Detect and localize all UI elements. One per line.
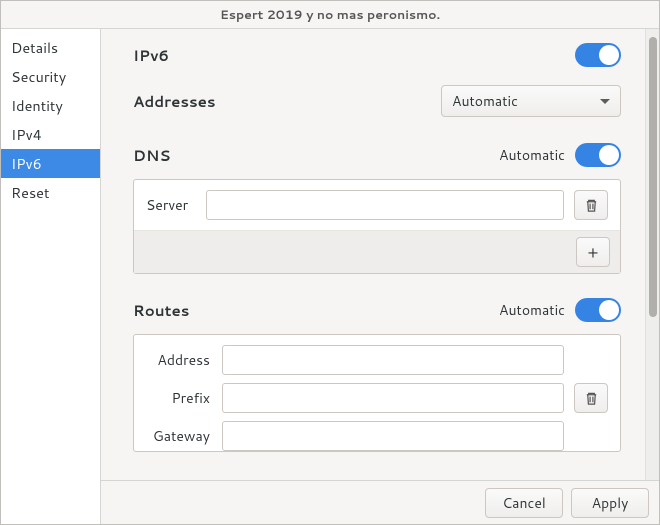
sidebar-item-label: Identity bbox=[11, 95, 63, 116]
window-title: Espert 2019 y no mas peronismo. bbox=[220, 6, 440, 24]
dns-header: DNS Automatic bbox=[133, 143, 621, 167]
sidebar-item-label: Details bbox=[11, 37, 58, 58]
addresses-label: Addresses bbox=[133, 91, 216, 112]
chevron-down-icon bbox=[600, 99, 610, 104]
dns-delete-button[interactable] bbox=[574, 190, 608, 220]
trash-icon bbox=[584, 391, 599, 406]
routes-address-label: Address bbox=[146, 350, 212, 370]
routes-auto-toggle[interactable] bbox=[575, 298, 621, 322]
routes-prefix-label: Prefix bbox=[146, 388, 212, 408]
routes-auto-label: Automatic bbox=[499, 300, 565, 320]
ipv6-heading: IPv6 bbox=[133, 45, 169, 66]
toggle-knob bbox=[599, 300, 619, 320]
dns-heading: DNS bbox=[133, 145, 171, 166]
sidebar: Details Security Identity IPv4 IPv6 Rese… bbox=[1, 29, 101, 524]
body: Details Security Identity IPv4 IPv6 Rese… bbox=[1, 29, 659, 524]
dns-auto-toggle[interactable] bbox=[575, 143, 621, 167]
dns-server-label: Server bbox=[146, 195, 196, 215]
addresses-row: Addresses Automatic bbox=[133, 85, 621, 117]
routes-gateway-row: Gateway bbox=[134, 417, 620, 451]
main: IPv6 Addresses Automatic DNS bbox=[101, 29, 659, 524]
sidebar-item-label: Reset bbox=[11, 182, 49, 203]
sidebar-item-details[interactable]: Details bbox=[1, 33, 100, 62]
routes-frame: Address Prefix Gateway bbox=[133, 334, 621, 452]
dns-frame: Server + bbox=[133, 179, 621, 274]
apply-button[interactable]: Apply bbox=[571, 488, 649, 518]
toggle-knob bbox=[599, 145, 619, 165]
routes-gateway-input[interactable] bbox=[222, 421, 564, 451]
content: IPv6 Addresses Automatic DNS bbox=[101, 29, 645, 480]
dns-server-input[interactable] bbox=[206, 190, 564, 220]
routes-prefix-input[interactable] bbox=[222, 383, 564, 413]
sidebar-item-reset[interactable]: Reset bbox=[1, 178, 100, 207]
scrollbar-thumb[interactable] bbox=[649, 37, 657, 317]
scrollbar[interactable] bbox=[645, 29, 659, 480]
ipv6-enable-row: IPv6 bbox=[133, 43, 621, 67]
routes-gateway-label: Gateway bbox=[146, 426, 212, 446]
sidebar-item-label: IPv4 bbox=[11, 124, 42, 145]
plus-icon: + bbox=[588, 241, 599, 264]
titlebar: Espert 2019 y no mas peronismo. bbox=[1, 1, 659, 29]
dns-server-row: Server bbox=[134, 180, 620, 230]
cancel-button[interactable]: Cancel bbox=[485, 488, 563, 518]
sidebar-item-label: IPv6 bbox=[11, 153, 42, 174]
network-settings-window: Espert 2019 y no mas peronismo. Details … bbox=[0, 0, 660, 525]
cancel-label: Cancel bbox=[502, 493, 546, 513]
sidebar-item-identity[interactable]: Identity bbox=[1, 91, 100, 120]
routes-delete-button[interactable] bbox=[574, 383, 608, 413]
routes-address-row: Address bbox=[134, 335, 620, 379]
sidebar-item-security[interactable]: Security bbox=[1, 62, 100, 91]
dns-auto-label: Automatic bbox=[499, 145, 565, 165]
dns-add-button[interactable]: + bbox=[576, 237, 610, 267]
actionbar: Cancel Apply bbox=[101, 480, 659, 524]
routes-header: Routes Automatic bbox=[133, 298, 621, 322]
trash-icon bbox=[584, 198, 599, 213]
routes-prefix-row: Prefix bbox=[134, 379, 620, 417]
sidebar-item-label: Security bbox=[11, 66, 66, 87]
sidebar-item-ipv4[interactable]: IPv4 bbox=[1, 120, 100, 149]
routes-address-input[interactable] bbox=[222, 345, 564, 375]
addresses-mode-combo[interactable]: Automatic bbox=[441, 85, 621, 117]
addresses-mode-value: Automatic bbox=[452, 91, 518, 111]
scroll-wrap: IPv6 Addresses Automatic DNS bbox=[101, 29, 659, 480]
ipv6-toggle[interactable] bbox=[575, 43, 621, 67]
sidebar-item-ipv6[interactable]: IPv6 bbox=[1, 149, 100, 178]
routes-heading: Routes bbox=[133, 300, 189, 321]
toggle-knob bbox=[599, 45, 619, 65]
dns-add-row: + bbox=[134, 230, 620, 273]
apply-label: Apply bbox=[592, 493, 629, 513]
